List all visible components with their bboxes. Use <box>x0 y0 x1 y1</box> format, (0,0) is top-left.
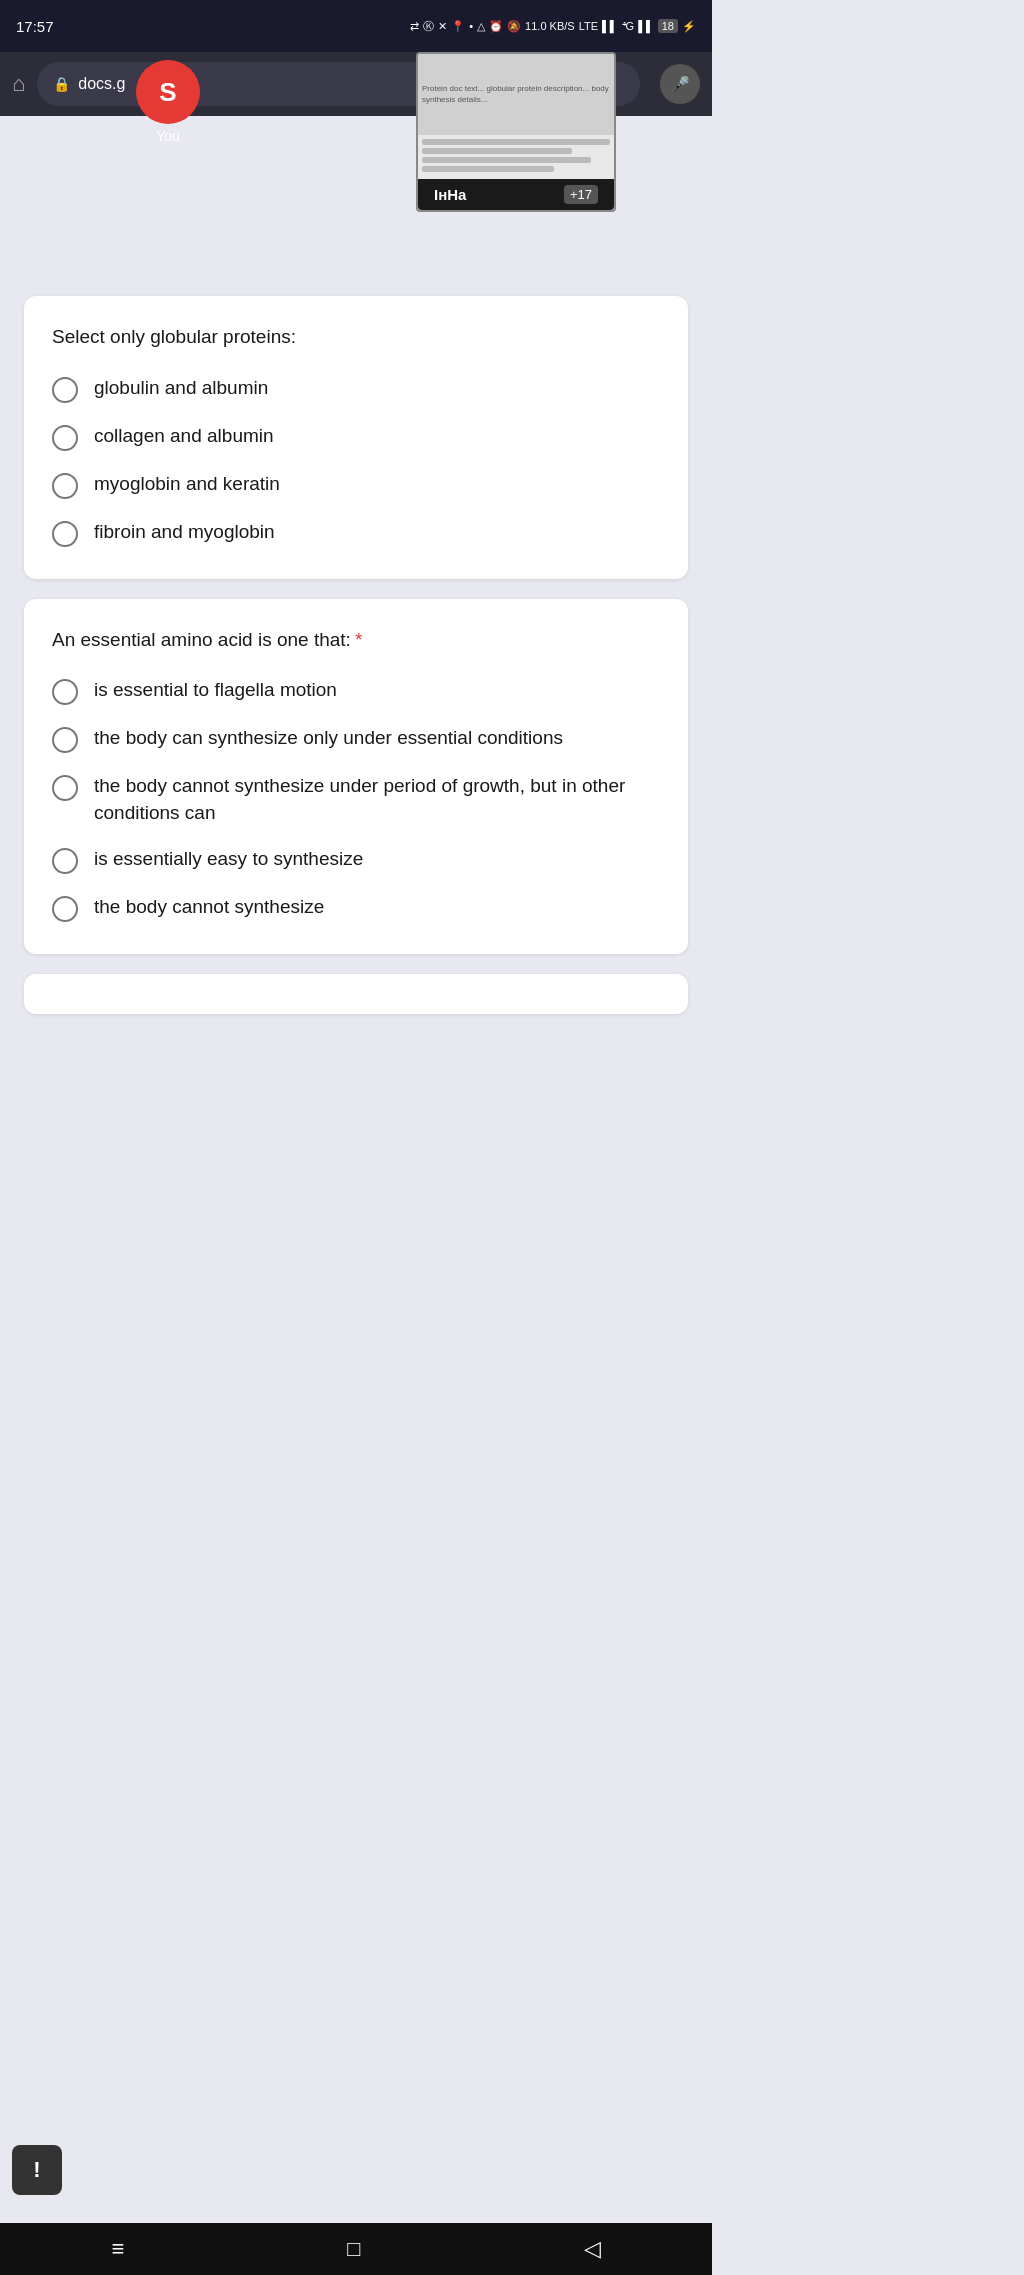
radio-1-3[interactable] <box>52 473 78 499</box>
question-1-card: Select only globular proteins: globulin … <box>24 296 688 579</box>
video-lines <box>418 135 614 179</box>
4g-label: ⁴G <box>622 20 635 33</box>
bottom-partial-card <box>24 974 688 1014</box>
required-star: * <box>355 629 362 650</box>
clock-icon: ⏰ <box>489 20 503 33</box>
alarm-icon: △ <box>477 20 485 33</box>
battery-level: 18 <box>658 19 678 33</box>
k-icon: Ⓚ <box>423 19 434 34</box>
nav-menu-icon[interactable]: ≡ <box>111 2236 124 2262</box>
exclamation-icon: ! <box>33 2157 40 2183</box>
video-footer: ІнНа +17 <box>418 179 614 210</box>
option-2-4-text: is essentially easy to synthesize <box>94 846 363 873</box>
plus-badge: +17 <box>564 185 598 204</box>
rotate-icon: ⇄ <box>410 20 419 33</box>
time: 17:57 <box>16 18 54 35</box>
mic-icon: 🎤 <box>670 75 690 94</box>
option-1-3[interactable]: myoglobin and keratin <box>52 471 660 499</box>
radio-2-4[interactable] <box>52 848 78 874</box>
radio-2-3[interactable] <box>52 775 78 801</box>
avatar: S <box>136 60 200 124</box>
option-2-1[interactable]: is essential to flagella motion <box>52 677 660 705</box>
network-speed: 11.0 KB/S <box>525 20 575 32</box>
maps-icon: 📍 <box>451 20 465 33</box>
option-2-5-text: the body cannot synthesize <box>94 894 324 921</box>
nav-home-square-icon[interactable]: □ <box>347 2236 360 2262</box>
avatar-letter: S <box>159 77 176 108</box>
home-icon[interactable]: ⌂ <box>12 71 25 97</box>
video-content: Protein doc text... globular protein des… <box>418 54 614 135</box>
question-2-card: An essential amino acid is one that:* is… <box>24 599 688 955</box>
url-text: docs.g <box>78 75 125 93</box>
radio-1-4[interactable] <box>52 521 78 547</box>
video-overlay: S You Protein doc text... globular prote… <box>136 52 576 144</box>
radio-2-2[interactable] <box>52 727 78 753</box>
signal-bars: ▌▌ <box>638 20 654 32</box>
mic-button-right[interactable]: 🎤 <box>660 64 700 104</box>
main-content: Select only globular proteins: globulin … <box>0 296 712 1054</box>
radio-2-5[interactable] <box>52 896 78 922</box>
charge-icon: ⚡ <box>682 20 696 33</box>
option-1-4[interactable]: fibroin and myoglobin <box>52 519 660 547</box>
question-1-options: globulin and albumin collagen and albumi… <box>52 375 660 547</box>
floating-exclamation-button[interactable]: ! <box>12 2145 62 2195</box>
lte-label: LTE <box>579 20 598 32</box>
status-icons: ⇄ Ⓚ ✕ 📍 • △ ⏰ 🔕 11.0 KB/S LTE ▌▌ ⁴G ▌▌ 1… <box>410 19 696 34</box>
radio-1-2[interactable] <box>52 425 78 451</box>
ihha-label: ІнНа <box>434 186 466 203</box>
lock-icon: 🔒 <box>53 76 70 92</box>
option-2-3[interactable]: the body cannot synthesize under period … <box>52 773 660 826</box>
option-1-1-text: globulin and albumin <box>94 375 268 402</box>
x-icon: ✕ <box>438 20 447 33</box>
avatar-label: You <box>156 128 180 144</box>
bell-icon: 🔕 <box>507 20 521 33</box>
option-2-3-text: the body cannot synthesize under period … <box>94 773 660 826</box>
signal-icon: ▌▌ <box>602 20 618 32</box>
option-1-2-text: collagen and albumin <box>94 423 274 450</box>
option-2-1-text: is essential to flagella motion <box>94 677 337 704</box>
status-bar: 17:57 ⇄ Ⓚ ✕ 📍 • △ ⏰ 🔕 11.0 KB/S LTE ▌▌ ⁴… <box>0 0 712 52</box>
nav-back-icon[interactable]: ◁ <box>584 2236 601 2262</box>
dot-sep: • <box>469 20 473 32</box>
option-1-2[interactable]: collagen and albumin <box>52 423 660 451</box>
question-2-label: An essential amino acid is one that: <box>52 629 351 650</box>
avatar-container: S You <box>136 60 200 144</box>
question-2-options: is essential to flagella motion the body… <box>52 677 660 922</box>
option-2-2-text: the body can synthesize only under essen… <box>94 725 563 752</box>
option-1-3-text: myoglobin and keratin <box>94 471 280 498</box>
nav-bar: ≡ □ ◁ <box>0 2223 712 2275</box>
radio-2-1[interactable] <box>52 679 78 705</box>
video-thumbnail: Protein doc text... globular protein des… <box>416 52 616 212</box>
option-2-4[interactable]: is essentially easy to synthesize <box>52 846 660 874</box>
question-1-text: Select only globular proteins: <box>52 324 660 351</box>
option-2-5[interactable]: the body cannot synthesize <box>52 894 660 922</box>
option-1-1[interactable]: globulin and albumin <box>52 375 660 403</box>
radio-1-1[interactable] <box>52 377 78 403</box>
option-2-2[interactable]: the body can synthesize only under essen… <box>52 725 660 753</box>
question-2-text: An essential amino acid is one that:* <box>52 627 660 654</box>
option-1-4-text: fibroin and myoglobin <box>94 519 275 546</box>
